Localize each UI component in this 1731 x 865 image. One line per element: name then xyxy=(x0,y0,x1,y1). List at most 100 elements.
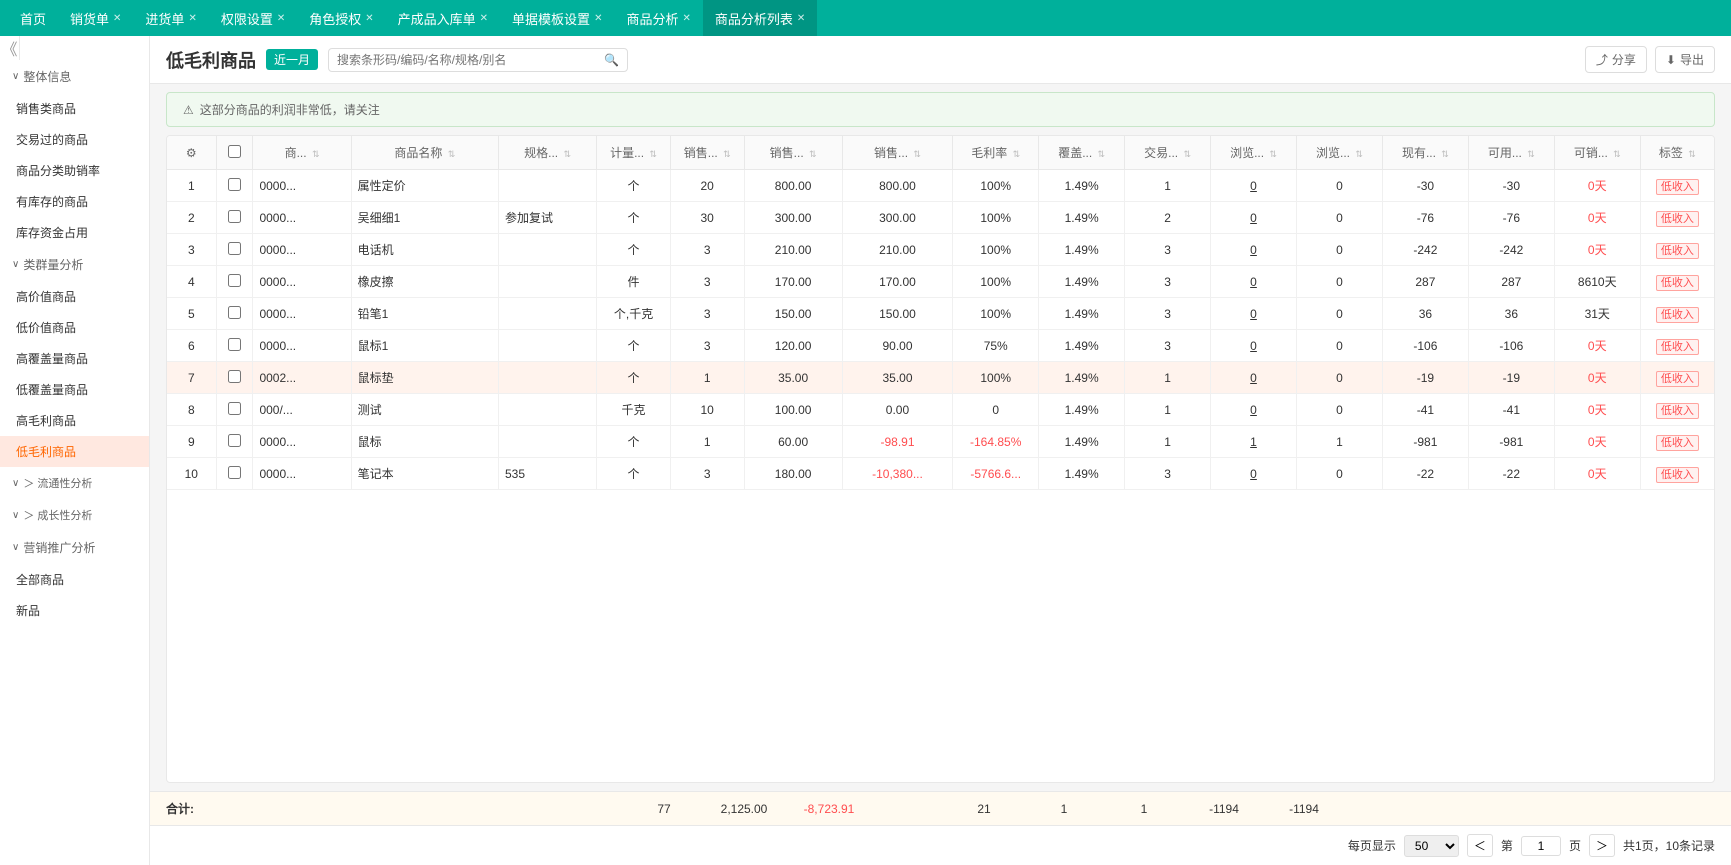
th-sales-profit[interactable]: 销售... ⇅ xyxy=(842,136,953,170)
row-checkbox-3[interactable] xyxy=(228,274,241,287)
sidebar-item-traded-goods[interactable]: 交易过的商品 xyxy=(0,124,149,155)
row-checkbox-4[interactable] xyxy=(228,306,241,319)
sidebar-section-title-marketing[interactable]: 营销推广分析 xyxy=(0,531,149,564)
row-cb-0[interactable] xyxy=(216,170,253,202)
nav-home[interactable]: 首页 xyxy=(8,0,58,36)
nav-sales[interactable]: 销货单✕ xyxy=(58,0,133,36)
sidebar-item-all-goods[interactable]: 全部商品 xyxy=(0,564,149,595)
sidebar-section-title-overall[interactable]: 整体信息 xyxy=(0,60,149,93)
sidebar-section-title-flow[interactable]: ＞ 流通性分析 xyxy=(0,467,149,499)
per-page-select[interactable]: 50 100 200 xyxy=(1404,835,1459,857)
th-sales-price[interactable]: 销售... ⇅ xyxy=(744,136,842,170)
sidebar-item-stock-goods[interactable]: 有库存的商品 xyxy=(0,186,149,217)
row-cb-2[interactable] xyxy=(216,234,253,266)
nav-close-role[interactable]: ✕ xyxy=(365,13,373,24)
row-cb-6[interactable] xyxy=(216,362,253,394)
th-available[interactable]: 可用... ⇅ xyxy=(1468,136,1554,170)
sidebar-item-low-margin[interactable]: 低毛利商品 xyxy=(0,436,149,467)
row-checkbox-7[interactable] xyxy=(228,402,241,415)
row-view1-0[interactable]: 0 xyxy=(1211,170,1297,202)
row-cb-1[interactable] xyxy=(216,202,253,234)
row-view1-7[interactable]: 0 xyxy=(1211,394,1297,426)
th-current[interactable]: 现有... ⇅ xyxy=(1382,136,1468,170)
sidebar-item-high-coverage[interactable]: 高覆盖量商品 xyxy=(0,343,149,374)
select-all-checkbox[interactable] xyxy=(228,145,241,158)
export-button[interactable]: ⬇ 导出 xyxy=(1655,46,1715,73)
nav-role[interactable]: 角色授权✕ xyxy=(297,0,385,36)
row-view1-6[interactable]: 0 xyxy=(1211,362,1297,394)
sidebar-item-category-rate[interactable]: 商品分类助销率 xyxy=(0,155,149,186)
nav-close-template[interactable]: ✕ xyxy=(594,13,602,24)
date-badge[interactable]: 近一月 xyxy=(266,49,318,70)
next-page-btn[interactable]: ＞ xyxy=(1589,834,1615,857)
row-view1-5[interactable]: 0 xyxy=(1211,330,1297,362)
row-checkbox-1[interactable] xyxy=(228,210,241,223)
th-unit[interactable]: 计量... ⇅ xyxy=(597,136,671,170)
nav-close-analysis-list[interactable]: ✕ xyxy=(797,13,805,24)
row-view1-2[interactable]: 0 xyxy=(1211,234,1297,266)
prev-page-btn[interactable]: ＜ xyxy=(1467,834,1493,857)
row-checkbox-9[interactable] xyxy=(228,466,241,479)
row-checkbox-8[interactable] xyxy=(228,434,241,447)
row-view1-8[interactable]: 1 xyxy=(1211,426,1297,458)
nav-close-analysis[interactable]: ✕ xyxy=(682,13,690,24)
sidebar-item-high-value[interactable]: 高价值商品 xyxy=(0,281,149,312)
row-cb-7[interactable] xyxy=(216,394,253,426)
page-input[interactable] xyxy=(1521,836,1561,856)
nav-template[interactable]: 单据模板设置✕ xyxy=(500,0,614,36)
sidebar-section-title-group[interactable]: 类群量分析 xyxy=(0,248,149,281)
th-view1[interactable]: 浏览... ⇅ xyxy=(1211,136,1297,170)
sidebar-item-capital[interactable]: 库存资金占用 xyxy=(0,217,149,248)
search-input[interactable] xyxy=(337,53,600,67)
sidebar-collapse-btn[interactable]: 《 xyxy=(0,36,20,60)
th-gross-rate[interactable]: 毛利率 ⇅ xyxy=(953,136,1039,170)
search-icon[interactable]: 🔍 xyxy=(604,53,619,67)
th-view2[interactable]: 浏览... ⇅ xyxy=(1296,136,1382,170)
sidebar-item-low-value[interactable]: 低价值商品 xyxy=(0,312,149,343)
row-cb-3[interactable] xyxy=(216,266,253,298)
sidebar-item-new-goods[interactable]: 新品 xyxy=(0,595,149,626)
nav-close-permission[interactable]: ✕ xyxy=(277,13,285,24)
row-sales-price-6: 35.00 xyxy=(744,362,842,394)
th-transaction[interactable]: 交易... ⇅ xyxy=(1125,136,1211,170)
th-sales-qty[interactable]: 销售... ⇅ xyxy=(670,136,744,170)
row-tag-3: 低收入 xyxy=(1640,266,1714,298)
row-checkbox-0[interactable] xyxy=(228,178,241,191)
sidebar-item-low-coverage[interactable]: 低覆盖量商品 xyxy=(0,374,149,405)
nav-close-sales[interactable]: ✕ xyxy=(113,13,121,24)
row-gross-rate-5: 75% xyxy=(953,330,1039,362)
row-coverage-3: 1.49% xyxy=(1039,266,1125,298)
row-cb-9[interactable] xyxy=(216,458,253,490)
row-saleable-8: 0天 xyxy=(1554,426,1640,458)
row-cb-5[interactable] xyxy=(216,330,253,362)
th-saleable[interactable]: 可销... ⇅ xyxy=(1554,136,1640,170)
th-code[interactable]: 商... ⇅ xyxy=(253,136,351,170)
nav-product[interactable]: 产成品入库单✕ xyxy=(386,0,500,36)
nav-close-product[interactable]: ✕ xyxy=(480,13,488,24)
row-view1-4[interactable]: 0 xyxy=(1211,298,1297,330)
row-checkbox-2[interactable] xyxy=(228,242,241,255)
th-spec[interactable]: 规格... ⇅ xyxy=(498,136,596,170)
row-cb-8[interactable] xyxy=(216,426,253,458)
th-checkbox[interactable] xyxy=(216,136,253,170)
row-checkbox-5[interactable] xyxy=(228,338,241,351)
row-checkbox-6[interactable] xyxy=(228,370,241,383)
nav-analysis-list[interactable]: 商品分析列表✕ xyxy=(703,0,817,36)
sidebar-item-sales-goods[interactable]: 销售类商品 xyxy=(0,93,149,124)
th-setting[interactable]: ⚙ xyxy=(167,136,216,170)
row-cb-4[interactable] xyxy=(216,298,253,330)
nav-close-purchase[interactable]: ✕ xyxy=(188,13,196,24)
row-view1-1[interactable]: 0 xyxy=(1211,202,1297,234)
row-view1-3[interactable]: 0 xyxy=(1211,266,1297,298)
share-button[interactable]: ⤴ 分享 xyxy=(1585,46,1647,73)
sidebar-item-high-margin[interactable]: 高毛利商品 xyxy=(0,405,149,436)
nav-permission[interactable]: 权限设置✕ xyxy=(209,0,297,36)
row-spec-5 xyxy=(498,330,596,362)
row-view1-9[interactable]: 0 xyxy=(1211,458,1297,490)
th-coverage[interactable]: 覆盖... ⇅ xyxy=(1039,136,1125,170)
sidebar-section-title-growth[interactable]: ＞ 成长性分析 xyxy=(0,499,149,531)
th-name[interactable]: 商品名称 ⇅ xyxy=(351,136,498,170)
nav-analysis[interactable]: 商品分析✕ xyxy=(614,0,702,36)
nav-purchase[interactable]: 进货单✕ xyxy=(133,0,208,36)
th-tag[interactable]: 标签 ⇅ xyxy=(1640,136,1714,170)
